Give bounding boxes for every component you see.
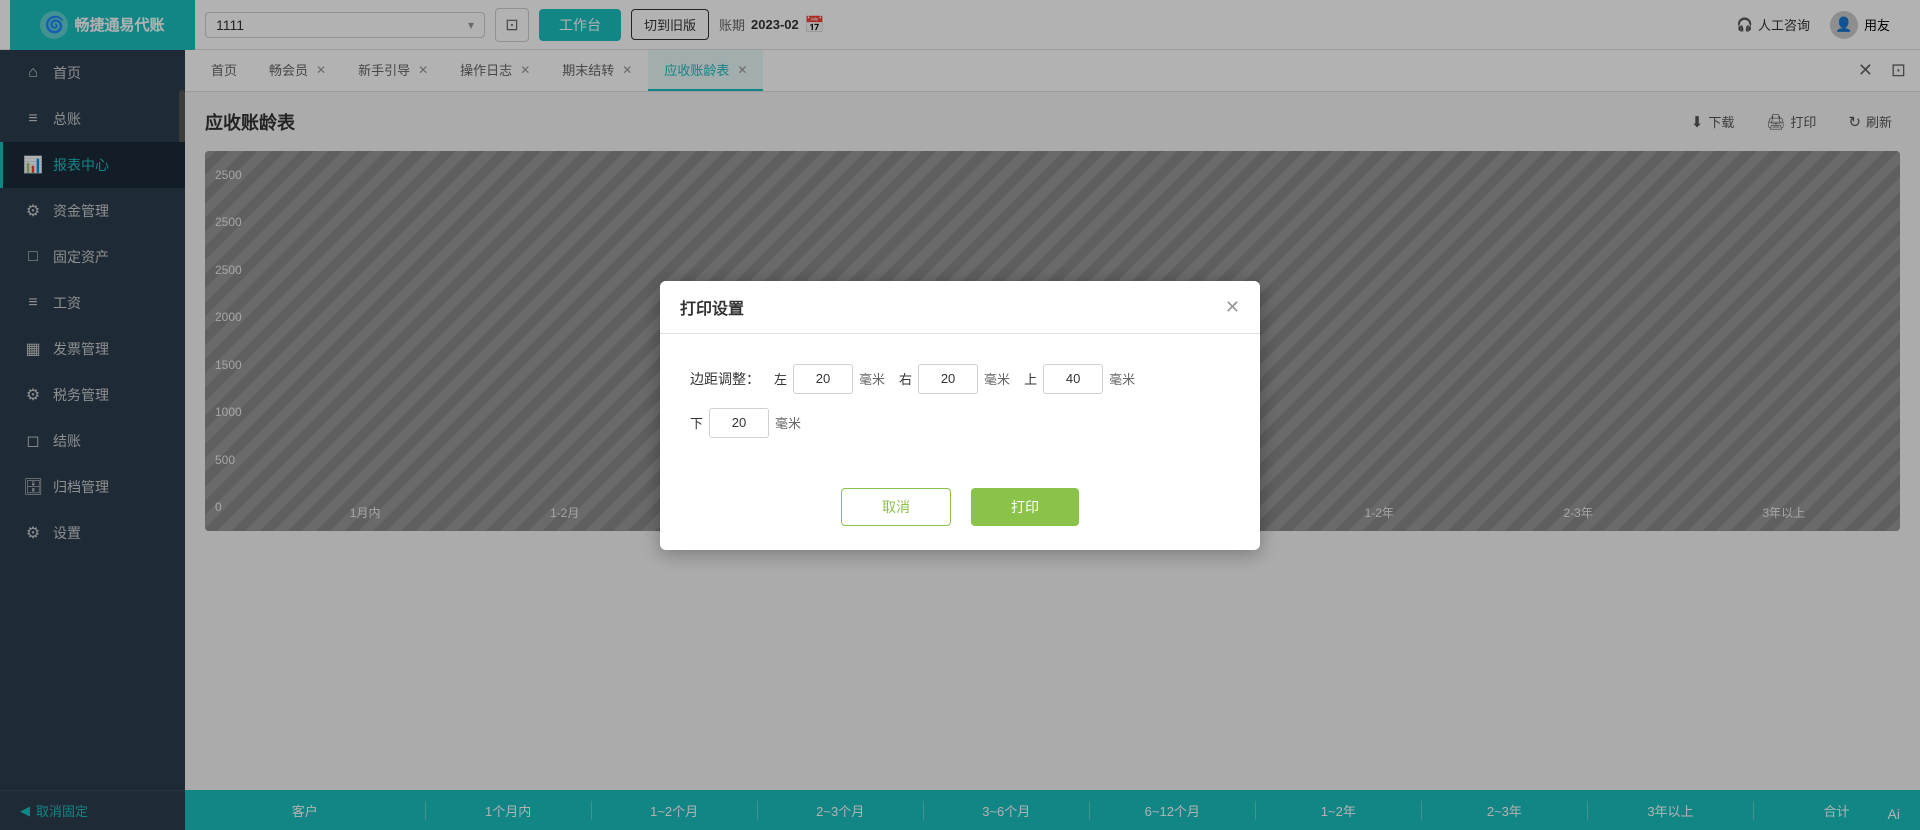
modal-body: 边距调整： 左 毫米 右 毫米 上 毫米 下 [660, 334, 1260, 478]
margin-bottom-input[interactable] [709, 408, 769, 438]
margin-bottom-unit: 毫米 [775, 413, 801, 432]
margin-left-input[interactable] [793, 364, 853, 394]
margin-row: 边距调整： 左 毫米 右 毫米 上 毫米 下 [690, 364, 1230, 438]
cancel-button[interactable]: 取消 [841, 488, 951, 526]
modal-footer: 取消 打印 [660, 478, 1260, 550]
margin-top-unit: 毫米 [1109, 369, 1135, 388]
modal-overlay[interactable]: 打印设置 ✕ 边距调整： 左 毫米 右 毫米 上 毫米 [0, 0, 1920, 830]
margin-left-unit: 毫米 [859, 369, 885, 388]
margin-top-label: 上 [1024, 369, 1037, 388]
margin-right-label: 右 [899, 369, 912, 388]
modal-close-button[interactable]: ✕ [1225, 298, 1240, 316]
margin-bottom-label: 下 [690, 413, 703, 432]
margin-top-group: 上 毫米 [1024, 364, 1135, 394]
print-settings-modal: 打印设置 ✕ 边距调整： 左 毫米 右 毫米 上 毫米 [660, 281, 1260, 550]
margin-top-input[interactable] [1043, 364, 1103, 394]
margin-label: 边距调整： [690, 369, 760, 389]
modal-title: 打印设置 [680, 295, 744, 319]
margin-right-input[interactable] [918, 364, 978, 394]
margin-right-group: 右 毫米 [899, 364, 1010, 394]
print-confirm-button[interactable]: 打印 [971, 488, 1079, 526]
margin-bottom-group: 下 毫米 [690, 408, 801, 438]
margin-left-label: 左 [774, 369, 787, 388]
modal-header: 打印设置 ✕ [660, 281, 1260, 334]
margin-left-group: 左 毫米 [774, 364, 885, 394]
margin-right-unit: 毫米 [984, 369, 1010, 388]
